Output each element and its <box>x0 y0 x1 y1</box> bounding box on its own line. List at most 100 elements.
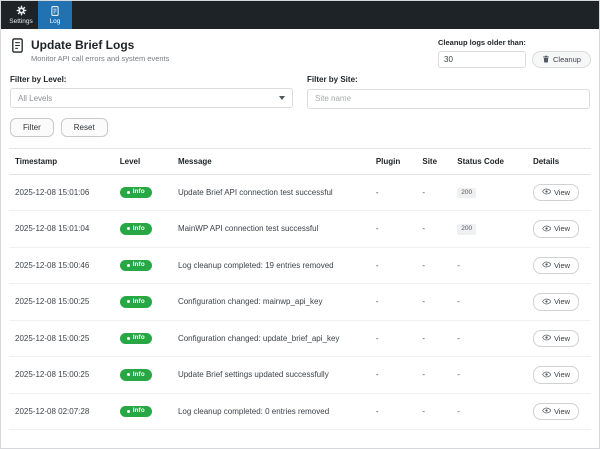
details-cell: View <box>526 320 591 357</box>
details-cell: View <box>526 356 591 394</box>
level-badge: Info <box>119 296 152 308</box>
message-cell: MainWP API connection test successful <box>171 210 370 248</box>
filter-button[interactable]: Filter <box>10 117 54 137</box>
timestamp-cell: 2025-12-08 15:01:04 <box>9 210 114 248</box>
level-filter-select[interactable]: All Levels <box>10 88 293 108</box>
level-cell: Info <box>113 356 172 394</box>
column-header-details: Details <box>526 147 591 175</box>
level-filter-selected-value: All Levels <box>18 93 53 103</box>
status-code-cell: - <box>451 283 527 321</box>
level-cell: Info <box>113 174 172 211</box>
column-header-timestamp: Timestamp <box>9 147 114 175</box>
reset-button[interactable]: Reset <box>60 117 108 137</box>
table-header-row: Timestamp Level Message Plugin Site Status Co… <box>9 147 591 175</box>
status-code-badge: 200 <box>457 224 477 235</box>
plugin-cell: - <box>369 210 417 248</box>
view-button[interactable]: View <box>532 183 580 201</box>
plugin-cell: - <box>369 356 417 394</box>
page-header: Update Brief Logs Monitor API call error… <box>1 29 599 72</box>
log-row: 2025-12-08 15:00:25 Info Configuration cha… <box>9 283 591 321</box>
timestamp-cell: 2025-12-08 15:00:25 <box>9 356 114 394</box>
eye-icon <box>542 187 552 198</box>
badge-dot-icon <box>126 300 130 304</box>
top-tab-bar: Settings Log <box>1 1 599 29</box>
cleanup-button[interactable]: Cleanup <box>532 51 591 68</box>
plugin-admin-page: Settings Log Update Brief Logs Monitor A… <box>0 0 600 449</box>
page-title: Update Brief Logs <box>31 38 135 52</box>
trash-icon <box>542 55 550 65</box>
title-block: Update Brief Logs Monitor API call error… <box>10 38 169 63</box>
view-button[interactable]: View <box>532 329 580 347</box>
tab-log[interactable]: Log <box>38 1 72 29</box>
cleanup-days-input[interactable] <box>438 51 526 68</box>
site-cell: - <box>416 210 452 248</box>
view-button[interactable]: View <box>532 256 580 274</box>
level-badge: Info <box>119 186 152 198</box>
details-cell: View <box>526 210 591 248</box>
view-button[interactable]: View <box>532 293 580 311</box>
log-row: 2025-12-08 02:07:28 Info Log cleanup compl… <box>9 393 591 430</box>
message-cell: Log cleanup completed: 0 entries removed <box>171 393 370 430</box>
page-subtitle: Monitor API call errors and system event… <box>31 54 170 64</box>
details-cell: View <box>526 283 591 321</box>
level-cell: Info <box>113 320 172 357</box>
site-cell: - <box>416 174 452 211</box>
details-cell: View <box>526 247 591 284</box>
site-cell: - <box>416 283 452 321</box>
level-cell: Info <box>113 393 172 430</box>
log-row: 2025-12-08 15:01:04 Info MainWP API connec… <box>9 210 591 248</box>
level-badge: Info <box>119 259 152 271</box>
timestamp-cell: 2025-12-08 02:07:28 <box>9 393 114 430</box>
eye-icon <box>542 406 552 417</box>
column-header-plugin: Plugin <box>369 147 417 175</box>
plugin-cell: - <box>369 393 417 430</box>
site-cell: - <box>416 356 452 394</box>
eye-icon <box>542 224 552 235</box>
timestamp-cell: 2025-12-08 15:00:46 <box>9 247 114 284</box>
timestamp-cell: 2025-12-08 15:00:25 <box>9 320 114 357</box>
tab-settings[interactable]: Settings <box>4 1 38 29</box>
column-header-level: Level <box>113 147 172 175</box>
status-code-badge: 200 <box>457 187 477 198</box>
details-cell: View <box>526 174 591 211</box>
level-badge: Info <box>119 405 152 417</box>
status-code-cell: - <box>451 320 527 357</box>
log-file-icon <box>50 5 60 16</box>
status-code-cell: 200 <box>451 210 527 248</box>
badge-dot-icon <box>126 263 130 267</box>
level-cell: Info <box>113 247 172 284</box>
level-badge: Info <box>119 223 152 235</box>
level-badge: Info <box>119 332 152 344</box>
eye-icon <box>542 333 552 344</box>
message-cell: Update Brief API connection test success… <box>171 174 370 211</box>
level-cell: Info <box>113 210 172 248</box>
view-button[interactable]: View <box>532 402 580 420</box>
message-cell: Configuration changed: update_brief_api_… <box>171 320 370 357</box>
plugin-cell: - <box>369 247 417 284</box>
eye-icon <box>542 297 552 308</box>
cleanup-label: Cleanup logs older than: <box>438 38 526 47</box>
plugin-cell: - <box>369 174 417 211</box>
message-cell: Log cleanup completed: 19 entries remove… <box>171 247 370 284</box>
badge-dot-icon <box>126 190 130 194</box>
filter-actions: Filter Reset <box>1 109 599 137</box>
plugin-cell: - <box>369 283 417 321</box>
tab-settings-label: Settings <box>9 18 33 25</box>
cleanup-button-label: Cleanup <box>553 55 581 64</box>
view-button[interactable]: View <box>532 220 580 238</box>
timestamp-cell: 2025-12-08 15:01:06 <box>9 174 114 211</box>
status-code-cell: 200 <box>451 174 527 211</box>
message-cell: Configuration changed: mainwp_api_key <box>171 283 370 321</box>
column-header-site: Site <box>416 147 452 175</box>
site-filter-label: Filter by Site: <box>307 75 358 84</box>
log-row: 2025-12-08 15:00:46 Info Log cleanup compl… <box>9 247 591 284</box>
site-filter: Filter by Site: <box>307 75 590 109</box>
log-row: 2025-12-08 15:01:06 Info Update Brief API … <box>9 174 591 211</box>
level-badge: Info <box>119 369 152 381</box>
view-button[interactable]: View <box>532 366 580 384</box>
badge-dot-icon <box>126 336 130 340</box>
status-code-cell: - <box>451 393 527 430</box>
plugin-cell: - <box>369 320 417 357</box>
log-row: 2025-12-08 15:00:25 Info Update Brief sett… <box>9 356 591 394</box>
site-filter-input[interactable] <box>307 88 590 109</box>
